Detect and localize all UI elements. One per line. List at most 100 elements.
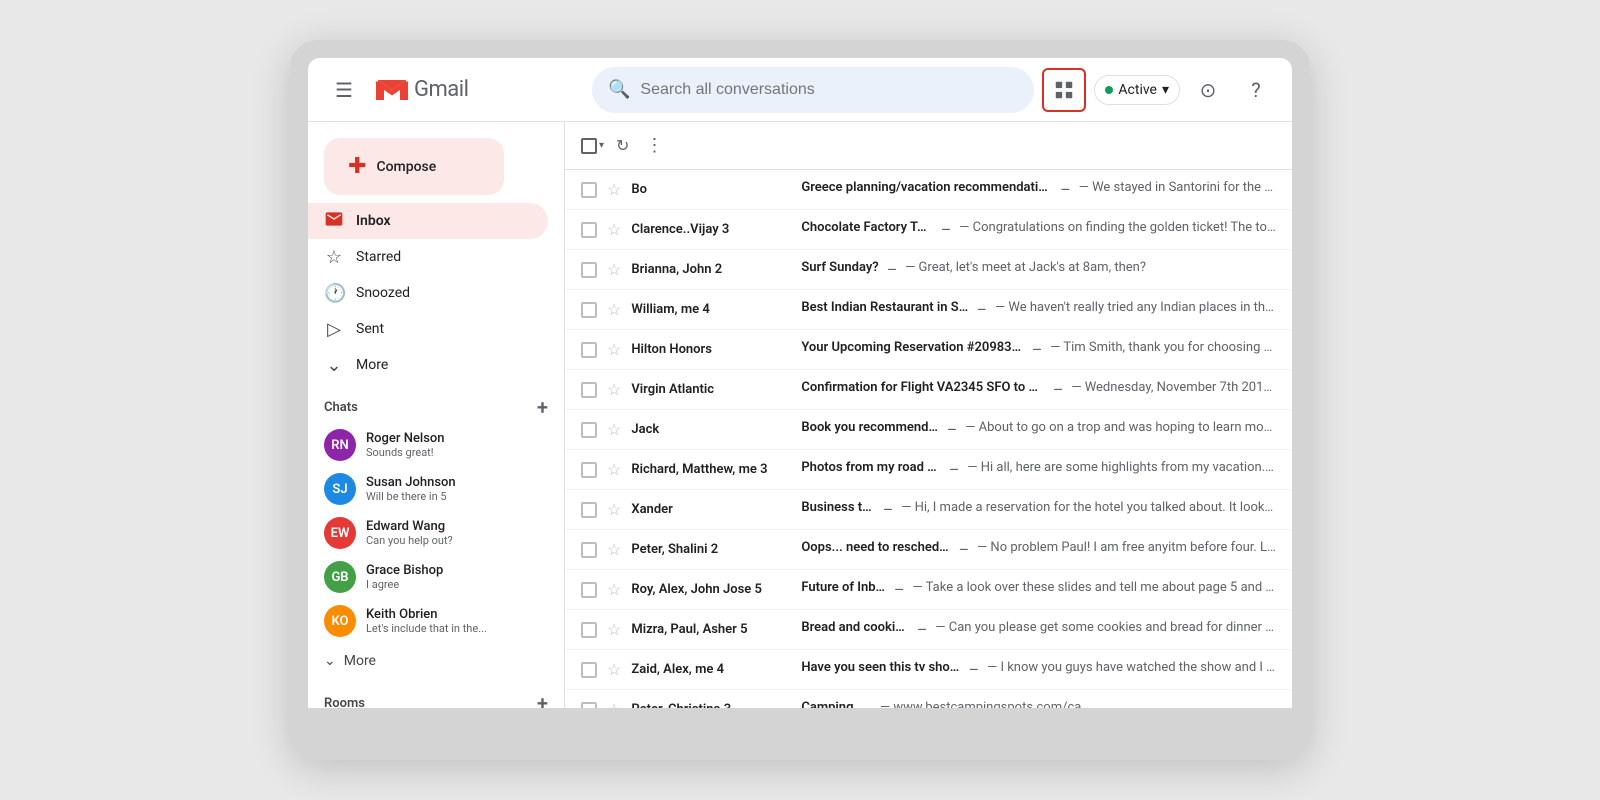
refresh-button[interactable]: ↻ [612, 132, 633, 159]
select-all-checkbox[interactable] [581, 138, 597, 154]
more-options-button[interactable]: ⋮ [641, 131, 667, 160]
active-label: Active [1118, 82, 1157, 98]
email-row[interactable]: ☆ Jack Book you recommended – — About to… [565, 410, 1292, 450]
chat-item-grace[interactable]: GB Grace Bishop I agree [308, 555, 548, 599]
email-subject-13: Camping [801, 700, 853, 708]
email-checkbox-0[interactable] [581, 182, 597, 198]
email-row[interactable]: ☆ Xander Business trip – — Hi, I made a … [565, 490, 1292, 530]
grid-apps-button[interactable] [1042, 68, 1086, 112]
email-body-11: Bread and cookies! – — Can you please ge… [801, 620, 1276, 639]
email-checkbox-1[interactable] [581, 222, 597, 238]
star-button-0[interactable]: ☆ [607, 180, 621, 199]
email-row[interactable]: ☆ Roy, Alex, John Jose 5 Future of Inbox… [565, 570, 1292, 610]
email-body-9: Oops... need to reschedule – — No proble… [801, 540, 1276, 559]
email-checkbox-3[interactable] [581, 302, 597, 318]
email-checkbox-6[interactable] [581, 422, 597, 438]
email-row[interactable]: ☆ Mizra, Paul, Asher 5 Bread and cookies… [565, 610, 1292, 650]
email-checkbox-10[interactable] [581, 582, 597, 598]
chat-item-susan[interactable]: SJ Susan Johnson Will be there in 5 [308, 467, 548, 511]
email-subject-2: Surf Sunday? [801, 260, 878, 279]
chat-item-keith[interactable]: KO Keith Obrien Let's include that in th… [308, 599, 548, 643]
select-dropdown-arrow[interactable]: ▾ [599, 140, 604, 151]
email-row[interactable]: ☆ William, me 4 Best Indian Restaurant i… [565, 290, 1292, 330]
email-checkbox-4[interactable] [581, 342, 597, 358]
account-button[interactable]: ⊙ [1188, 70, 1228, 110]
email-checkbox-2[interactable] [581, 262, 597, 278]
select-all-checkbox-wrapper[interactable]: ▾ [581, 138, 604, 154]
star-button-4[interactable]: ☆ [607, 340, 621, 359]
chat-item-roger[interactable]: RN Roger Nelson Sounds great! [308, 423, 548, 467]
active-status-button[interactable]: Active ▾ [1094, 75, 1180, 105]
email-sender-12: Zaid, Alex, me 4 [631, 662, 791, 677]
email-checkbox-13[interactable] [581, 702, 597, 709]
email-separator-11: – [917, 620, 928, 639]
sent-label: Sent [356, 321, 384, 337]
sidebar-item-snoozed[interactable]: 🕐 Snoozed [308, 275, 548, 311]
star-button-3[interactable]: ☆ [607, 300, 621, 319]
star-button-7[interactable]: ☆ [607, 460, 621, 479]
email-separator-6: – [947, 420, 958, 439]
email-row[interactable]: ☆ Hilton Honors Your Upcoming Reservatio… [565, 330, 1292, 370]
chat-preview-susan: Will be there in 5 [366, 490, 456, 503]
email-row[interactable]: ☆ Richard, Matthew, me 3 Photos from my … [565, 450, 1292, 490]
email-checkbox-7[interactable] [581, 462, 597, 478]
email-row[interactable]: ☆ Bo Greece planning/vacation recommenda… [565, 170, 1292, 210]
chats-more-chevron-icon: ⌄ [324, 653, 336, 669]
email-body-10: Future of Inbox – — Take a look over the… [801, 580, 1276, 599]
email-checkbox-11[interactable] [581, 622, 597, 638]
chat-preview-roger: Sounds great! [366, 446, 445, 459]
chat-info-roger: Roger Nelson Sounds great! [366, 431, 445, 459]
sidebar-item-inbox[interactable]: Inbox [308, 203, 548, 239]
help-icon: ? [1251, 78, 1260, 102]
star-button-13[interactable]: ☆ [607, 700, 621, 708]
email-preview-0: — We stayed in Santorini for the fi... [1079, 180, 1276, 199]
help-button[interactable]: ? [1236, 70, 1276, 110]
email-preview-11: — Can you please get some cookies and br… [935, 620, 1276, 639]
search-input[interactable] [640, 81, 1018, 99]
star-button-8[interactable]: ☆ [607, 500, 621, 519]
email-checkbox-5[interactable] [581, 382, 597, 398]
star-button-5[interactable]: ☆ [607, 380, 621, 399]
email-row[interactable]: ☆ Clarence..Vijay 3 Chocolate Factory To… [565, 210, 1292, 250]
email-list: ▾ ↻ ⋮ ☆ Bo Greece planning/vacation reco… [564, 122, 1292, 708]
sidebar-item-sent[interactable]: ▷ Sent [308, 311, 548, 347]
star-button-2[interactable]: ☆ [607, 260, 621, 279]
chat-info-grace: Grace Bishop I agree [366, 563, 443, 591]
hamburger-button[interactable]: ☰ [324, 70, 364, 110]
email-checkbox-12[interactable] [581, 662, 597, 678]
star-button-10[interactable]: ☆ [607, 580, 621, 599]
email-checkbox-8[interactable] [581, 502, 597, 518]
email-checkbox-9[interactable] [581, 542, 597, 558]
email-row[interactable]: ☆ Peter, Shalini 2 Oops... need to resch… [565, 530, 1292, 570]
email-preview-1: — Congratulations on finding the golden … [959, 220, 1276, 239]
topbar-left: ☰ Gmail [324, 70, 584, 110]
sidebar-item-starred[interactable]: ☆ Starred [308, 239, 548, 275]
star-button-9[interactable]: ☆ [607, 540, 621, 559]
email-subject-9: Oops... need to reschedule [801, 540, 950, 559]
add-chat-button[interactable]: + [537, 395, 548, 419]
chat-item-edward[interactable]: EW Edward Wang Can you help out? [308, 511, 548, 555]
chats-more-button[interactable]: ⌄ More [308, 643, 564, 679]
email-subject-3: Best Indian Restaurant in SF? [801, 300, 968, 319]
email-sender-4: Hilton Honors [631, 342, 791, 357]
email-separator-8: – [883, 500, 894, 519]
chats-section-label: Chats [324, 400, 358, 415]
add-room-button[interactable]: + [537, 691, 548, 708]
star-button-12[interactable]: ☆ [607, 660, 621, 679]
sidebar-item-more[interactable]: ⌄ More [308, 347, 548, 383]
compose-button[interactable]: ✚ Compose [324, 138, 504, 195]
email-body-6: Book you recommended – — About to go on … [801, 420, 1276, 439]
email-row[interactable]: ☆ Brianna, John 2 Surf Sunday? – — Great… [565, 250, 1292, 290]
email-row[interactable]: ☆ Peter, Christina 3 Camping – — www.bes… [565, 690, 1292, 708]
search-bar[interactable]: 🔍 [592, 67, 1034, 113]
email-body-4: Your Upcoming Reservation #20983746 – — … [801, 340, 1276, 359]
email-row[interactable]: ☆ Zaid, Alex, me 4 Have you seen this tv… [565, 650, 1292, 690]
email-subject-4: Your Upcoming Reservation #20983746 [801, 340, 1023, 359]
email-sender-1: Clarence..Vijay 3 [631, 222, 791, 237]
star-button-1[interactable]: ☆ [607, 220, 621, 239]
star-button-6[interactable]: ☆ [607, 420, 621, 439]
grid-icon [1053, 79, 1075, 101]
email-preview-9: — No problem Paul! I am free anyitm befo… [977, 540, 1276, 559]
email-row[interactable]: ☆ Virgin Atlantic Confirmation for Fligh… [565, 370, 1292, 410]
star-button-11[interactable]: ☆ [607, 620, 621, 639]
